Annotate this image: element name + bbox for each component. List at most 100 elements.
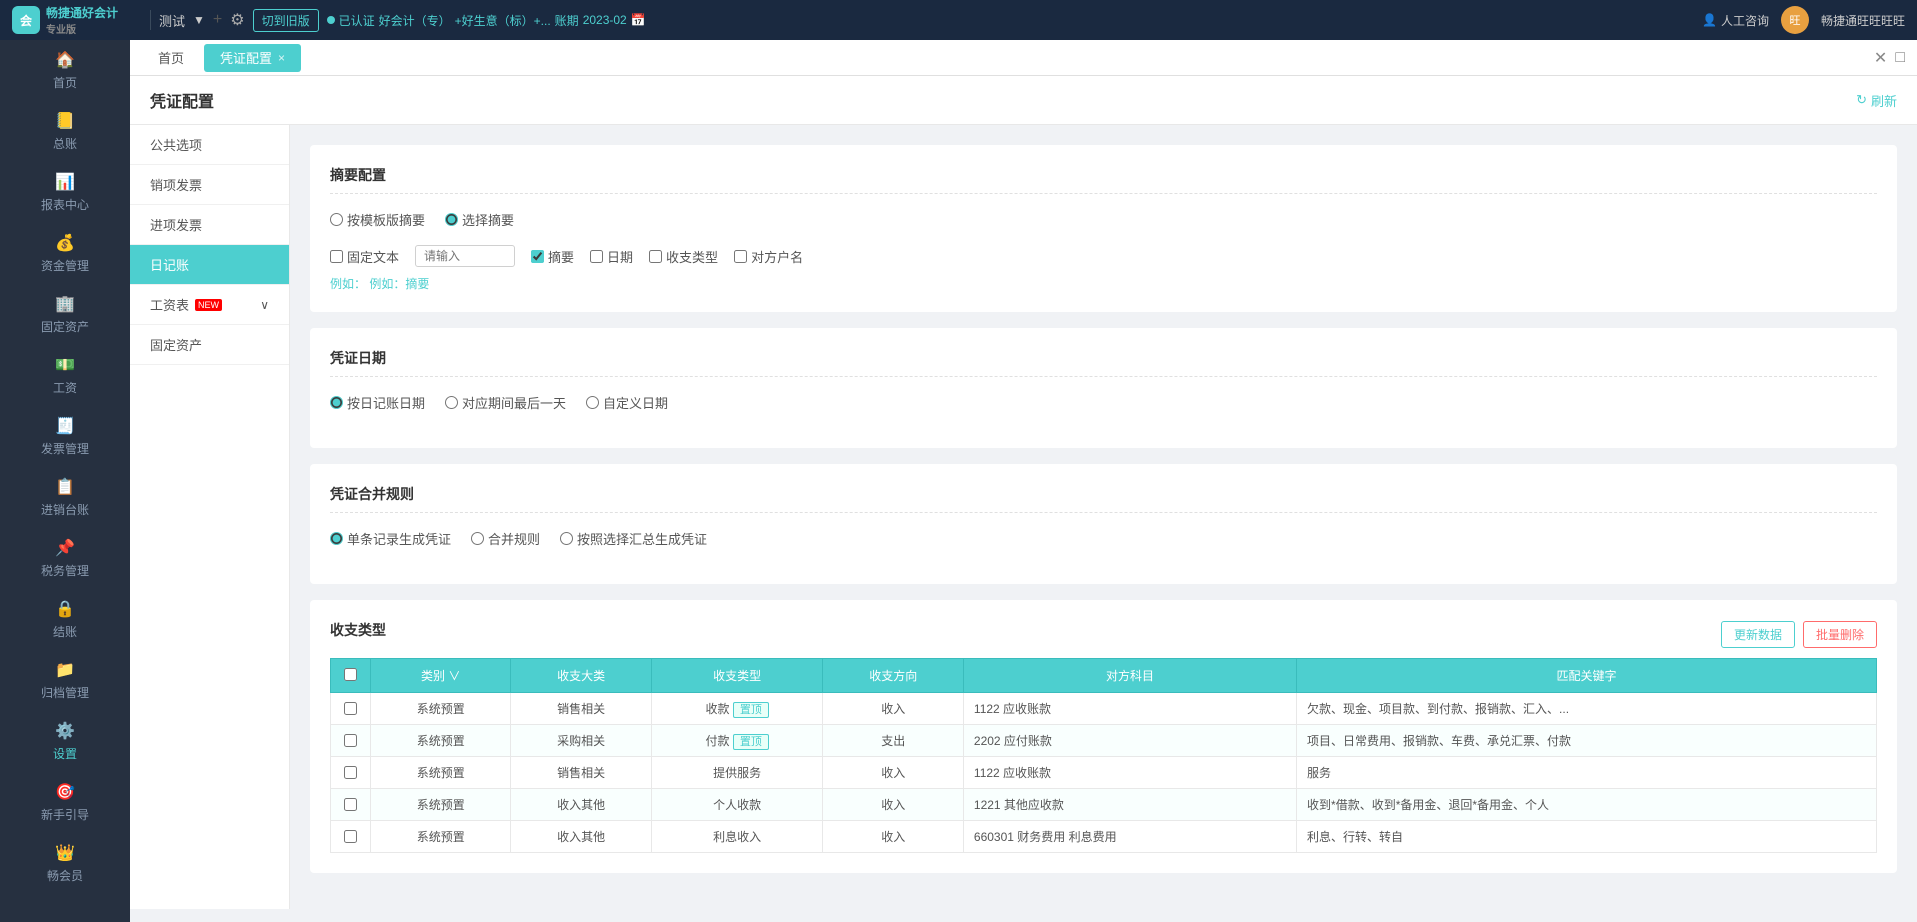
date-checkbox-item[interactable]: 日期 — [590, 247, 633, 266]
update-data-btn[interactable]: 更新数据 — [1721, 621, 1795, 648]
voucher-date-section: 凭证日期 按日记账日期 对应期间最后一天 — [310, 328, 1897, 448]
merge-select-total-input[interactable] — [560, 532, 573, 545]
left-nav-sales-invoice[interactable]: 销项发票 — [130, 165, 289, 205]
logo-icon: 会 — [12, 6, 40, 34]
sidebar-label-home: 首页 — [53, 74, 77, 91]
tab-voucher-config[interactable]: 凭证配置 × — [204, 44, 301, 72]
payroll-arrow[interactable]: ∨ — [260, 298, 269, 312]
closing-icon: 🔒 — [55, 599, 75, 619]
sidebar-item-reports[interactable]: 📊 报表中心 — [0, 162, 130, 223]
summary-checkbox-item[interactable]: 摘要 — [531, 247, 574, 266]
cell-category: 系统预置 — [371, 789, 511, 821]
sidebar-item-home[interactable]: 🏠 首页 — [0, 40, 130, 101]
summary-radio-template-label: 按模板版摘要 — [347, 210, 425, 229]
left-nav-public[interactable]: 公共选项 — [130, 125, 289, 165]
merge-rule[interactable]: 合并规则 — [471, 529, 540, 548]
window-close-icon[interactable]: ✕ — [1874, 48, 1887, 68]
top-tag[interactable]: 置顶 — [733, 702, 769, 718]
refresh-btn[interactable]: ↻ 刷新 — [1856, 91, 1897, 110]
left-nav-public-label: 公共选项 — [150, 135, 202, 154]
test-arrow[interactable]: ▼ — [193, 13, 205, 27]
sidebar-item-capital[interactable]: 💰 资金管理 — [0, 223, 130, 284]
sidebar-item-tax[interactable]: 📌 税务管理 — [0, 528, 130, 589]
summary-checkbox[interactable] — [531, 250, 544, 263]
left-nav-purchase-invoice-label: 进项发票 — [150, 215, 202, 234]
sidebar-item-settings[interactable]: ⚙️ 设置 — [0, 711, 130, 772]
row-checkbox[interactable] — [344, 734, 357, 747]
voucher-date-journal-input[interactable] — [330, 396, 343, 409]
summary-radio-select-input[interactable] — [445, 213, 458, 226]
col-counter-subject: 对方科目 — [963, 659, 1296, 693]
col-category: 类别 ∨ — [371, 659, 511, 693]
certified-label: 已认证 — [339, 12, 375, 29]
cell-major-type: 收入其他 — [511, 821, 651, 853]
left-nav-payroll[interactable]: 工资表 NEW ∨ — [130, 285, 289, 325]
tax-icon: 📌 — [55, 538, 75, 558]
merge-single[interactable]: 单条记录生成凭证 — [330, 529, 451, 548]
fixed-text-checkbox[interactable] — [330, 250, 343, 263]
window-maximize-icon[interactable]: □ — [1895, 49, 1905, 67]
type-checkbox[interactable] — [649, 250, 662, 263]
switch-old-btn[interactable]: 切到旧版 — [253, 9, 319, 32]
cell-direction: 收入 — [823, 693, 963, 725]
summary-config-title: 摘要配置 — [330, 165, 1877, 194]
fixed-text-input[interactable] — [415, 245, 515, 267]
type-checkbox-item[interactable]: 收支类型 — [649, 247, 718, 266]
user-avatar[interactable]: 旺 — [1781, 6, 1809, 34]
row-checkbox[interactable] — [344, 766, 357, 779]
sidebar-item-assets[interactable]: 🏢 固定资产 — [0, 284, 130, 345]
left-nav-purchase-invoice[interactable]: 进项发票 — [130, 205, 289, 245]
sidebar-item-guide[interactable]: 🎯 新手引导 — [0, 772, 130, 833]
voucher-date-period-last[interactable]: 对应期间最后一天 — [445, 393, 566, 412]
date-checkbox[interactable] — [590, 250, 603, 263]
voucher-date-period-last-input[interactable] — [445, 396, 458, 409]
sidebar-item-archive[interactable]: 📁 归档管理 — [0, 650, 130, 711]
cell-category: 系统预置 — [371, 725, 511, 757]
tab-close-icon[interactable]: × — [278, 51, 285, 65]
good-accounting-label: 好会计（专） — [379, 12, 451, 29]
summary-radio-template[interactable]: 按模板版摘要 — [330, 210, 425, 229]
calendar-icon[interactable]: 📅 — [631, 13, 646, 27]
voucher-date-custom-input[interactable] — [586, 396, 599, 409]
tab-home[interactable]: 首页 — [142, 44, 200, 72]
row-checkbox[interactable] — [344, 830, 357, 843]
counterpart-checkbox-item[interactable]: 对方户名 — [734, 247, 803, 266]
counterpart-checkbox[interactable] — [734, 250, 747, 263]
type-checkbox-label: 收支类型 — [666, 247, 718, 266]
add-icon[interactable]: + — [213, 11, 222, 29]
merge-rule-input[interactable] — [471, 532, 484, 545]
sidebar-item-purchase[interactable]: 📋 进销台账 — [0, 467, 130, 528]
tab-home-label: 首页 — [158, 48, 184, 67]
date-checkbox-label: 日期 — [607, 247, 633, 266]
top-tag[interactable]: 置顶 — [733, 734, 769, 750]
left-nav-fixed-assets[interactable]: 固定资产 — [130, 325, 289, 365]
voucher-date-custom[interactable]: 自定义日期 — [586, 393, 668, 412]
merge-single-input[interactable] — [330, 532, 343, 545]
refresh-label: 刷新 — [1871, 91, 1897, 110]
sidebar-label-archive: 归档管理 — [41, 684, 89, 701]
sidebar-label-reports: 报表中心 — [41, 196, 89, 213]
settings-icon[interactable]: ⚙ — [230, 10, 244, 30]
select-all-checkbox[interactable] — [344, 668, 357, 681]
sidebar-item-closing[interactable]: 🔒 结账 — [0, 589, 130, 650]
left-nav-journal[interactable]: 日记账 — [130, 245, 289, 285]
support-btn[interactable]: 👤 人工咨询 — [1702, 12, 1769, 29]
sidebar-item-invoice[interactable]: 🧾 发票管理 — [0, 406, 130, 467]
sidebar-item-salary[interactable]: 💵 工资 — [0, 345, 130, 406]
sidebar-item-ledger[interactable]: 📒 总账 — [0, 101, 130, 162]
left-nav-journal-label: 日记账 — [150, 255, 189, 274]
sidebar-item-member[interactable]: 👑 畅会员 — [0, 833, 130, 894]
summary-radio-template-input[interactable] — [330, 213, 343, 226]
merge-select-total[interactable]: 按照选择汇总生成凭证 — [560, 529, 707, 548]
row-checkbox[interactable] — [344, 702, 357, 715]
summary-radio-select[interactable]: 选择摘要 — [445, 210, 514, 229]
batch-delete-btn[interactable]: 批量删除 — [1803, 621, 1877, 648]
voucher-date-journal[interactable]: 按日记账日期 — [330, 393, 425, 412]
ledger-icon: 📒 — [55, 111, 75, 131]
example-prefix: 例如： — [330, 277, 366, 291]
fixed-text-item[interactable]: 固定文本 — [330, 247, 399, 266]
summary-radio-select-label: 选择摘要 — [462, 210, 514, 229]
cell-counter-subject: 1221 其他应收款 — [963, 789, 1296, 821]
row-checkbox[interactable] — [344, 798, 357, 811]
cell-category: 系统预置 — [371, 757, 511, 789]
